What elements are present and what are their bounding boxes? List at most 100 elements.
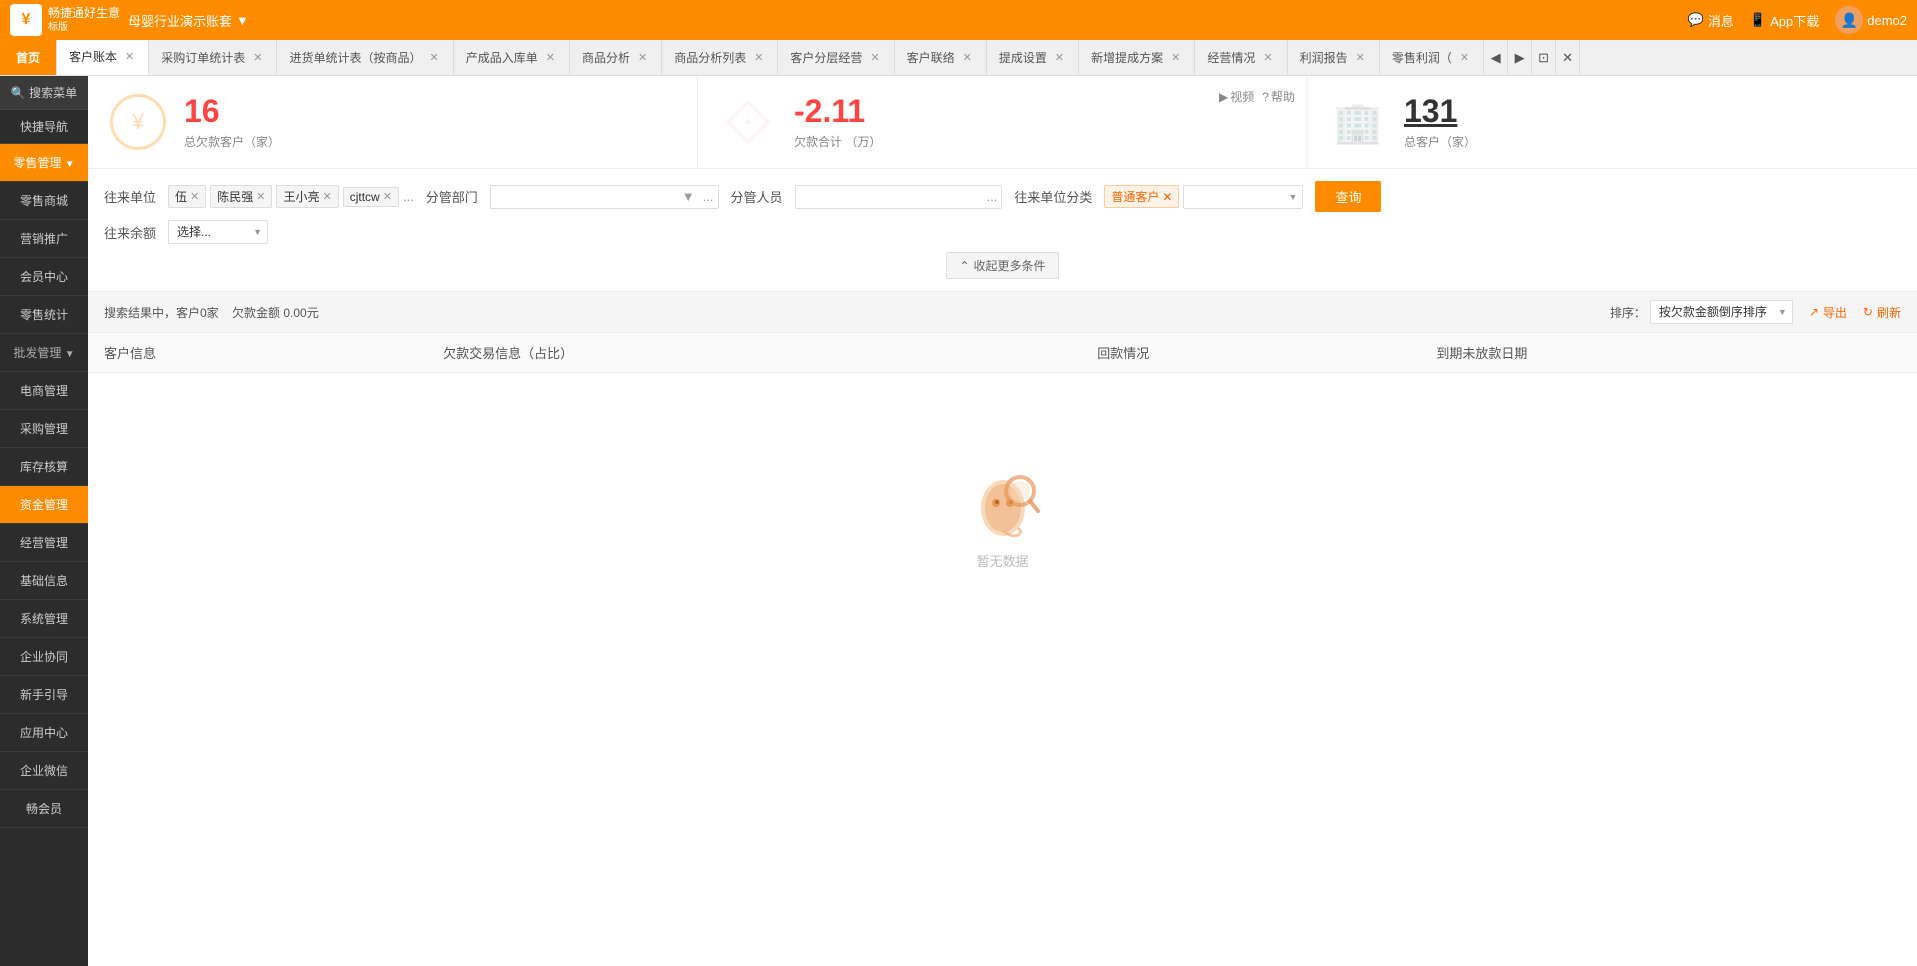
- tab-close-8[interactable]: ✕: [961, 51, 974, 64]
- sidebar-item-inventory[interactable]: 库存核算: [0, 448, 88, 486]
- tab-close-6[interactable]: ✕: [752, 51, 765, 64]
- query-button[interactable]: 查询: [1315, 181, 1381, 212]
- app-download-btn[interactable]: 📱 App下载: [1750, 11, 1819, 30]
- tab-close-9[interactable]: ✕: [1053, 51, 1066, 64]
- tab-customer-tier[interactable]: 客户分层经营 ✕: [778, 40, 894, 75]
- sidebar-search[interactable]: 🔍 搜索菜单: [0, 76, 88, 110]
- tab-raise-settings[interactable]: 提成设置 ✕: [987, 40, 1079, 75]
- content-area: ¥ 16 总欠款客户（家） ✦ -2.11 欠款: [88, 76, 1917, 966]
- category-tag-close[interactable]: ✕: [1162, 190, 1172, 204]
- tab-nav-next[interactable]: ▶: [1508, 40, 1532, 75]
- tab-close-3[interactable]: ✕: [428, 51, 441, 64]
- filter-more-btn[interactable]: ...: [403, 189, 414, 204]
- tab-home[interactable]: 首页: [0, 40, 57, 75]
- tab-new-raise-plan[interactable]: 新增提成方案 ✕: [1079, 40, 1195, 75]
- tag-close-wang[interactable]: ✕: [323, 190, 332, 203]
- sidebar-wholesale-arrow-icon: ▼: [65, 349, 75, 360]
- sidebar-item-operations[interactable]: 经营管理: [0, 524, 88, 562]
- tag-close-wu[interactable]: ✕: [190, 190, 199, 203]
- tab-close-4[interactable]: ✕: [544, 51, 557, 64]
- table-header: 客户信息 欠款交易信息（占比） 回款情况 到期未放款日期: [88, 333, 1917, 373]
- logo-area: ¥ 畅捷通好生意 标版: [10, 4, 120, 36]
- dept-input[interactable]: [491, 186, 678, 208]
- video-btn[interactable]: ▶ 视频: [1219, 88, 1254, 105]
- sidebar-item-retail[interactable]: 零售管理 ▼: [0, 144, 88, 182]
- category-select-wrap[interactable]: [1183, 185, 1303, 209]
- sidebar-item-wholesale[interactable]: 批发管理 ▼: [0, 334, 88, 372]
- empty-state: 暂无数据: [88, 373, 1917, 650]
- stat-icon-3: 🏢: [1328, 92, 1388, 152]
- dept-dots[interactable]: ...: [699, 189, 718, 204]
- sidebar-item-retail-mall[interactable]: 零售商城: [0, 182, 88, 220]
- sidebar-item-purchase[interactable]: 采购管理: [0, 410, 88, 448]
- export-btn[interactable]: ↗ 导出: [1809, 304, 1847, 321]
- sidebar-item-member[interactable]: 会员中心: [0, 258, 88, 296]
- message-btn[interactable]: 💬 消息: [1688, 11, 1734, 30]
- sidebar-item-new-guide[interactable]: 新手引导: [0, 676, 88, 714]
- tab-nav-prev[interactable]: ◀: [1484, 40, 1508, 75]
- tab-close-7[interactable]: ✕: [868, 51, 881, 64]
- tab-close-10[interactable]: ✕: [1169, 51, 1182, 64]
- col-debt: 欠款交易信息（占比）: [427, 333, 1081, 373]
- tag-close-chen[interactable]: ✕: [256, 190, 265, 203]
- tab-nav-restore[interactable]: ⊡: [1532, 40, 1556, 75]
- video-icon: ▶: [1219, 90, 1228, 104]
- sidebar-item-enterprise-collab[interactable]: 企业协同: [0, 638, 88, 676]
- sidebar-item-retail-stats[interactable]: 零售统计: [0, 296, 88, 334]
- tab-inbound-stats[interactable]: 进货单统计表（按商品） ✕: [277, 40, 453, 75]
- sidebar-item-ecommerce[interactable]: 电商管理: [0, 372, 88, 410]
- tag-close-cjttcw[interactable]: ✕: [383, 190, 392, 203]
- stat-card-total-customers: 🏢 131 总客户（家）: [1308, 76, 1917, 168]
- user-avatar[interactable]: 👤 demo2: [1835, 6, 1907, 34]
- person-input[interactable]: [796, 186, 983, 208]
- table-header-row: 客户信息 欠款交易信息（占比） 回款情况 到期未放款日期: [88, 333, 1917, 373]
- unit-tag-wu: 伍 ✕: [168, 185, 206, 208]
- tab-retail-profit[interactable]: 零售利润（ ✕: [1380, 40, 1484, 75]
- sort-select-outer[interactable]: 按欠款金额倒序排序: [1650, 300, 1793, 324]
- logo-icon: ¥: [10, 4, 42, 36]
- unit-tag-cjttcw: cjttcw ✕: [343, 187, 399, 207]
- unit-tag-wang: 王小亮 ✕: [276, 185, 338, 208]
- tab-close-1[interactable]: ✕: [123, 50, 136, 63]
- sidebar-item-member-plus[interactable]: 畅会员: [0, 790, 88, 828]
- tab-close-11[interactable]: ✕: [1261, 51, 1274, 64]
- tab-product-analysis-list[interactable]: 商品分析列表 ✕: [662, 40, 778, 75]
- sidebar-item-app-center[interactable]: 应用中心: [0, 714, 88, 752]
- collapse-row: ⌃ 收起更多条件: [104, 252, 1901, 279]
- tab-product-inbound[interactable]: 产成品入库单 ✕: [454, 40, 570, 75]
- stat-card-customers: ¥ 16 总欠款客户（家）: [88, 76, 698, 168]
- tab-customer-contact[interactable]: 客户联络 ✕: [895, 40, 987, 75]
- collapse-arrow-icon: ⌃: [959, 259, 969, 273]
- tab-product-analysis[interactable]: 商品分析 ✕: [570, 40, 662, 75]
- sidebar-item-marketing[interactable]: 营销推广: [0, 220, 88, 258]
- sort-select[interactable]: 按欠款金额倒序排序: [1650, 300, 1793, 324]
- tab-nav-close-all[interactable]: ✕: [1556, 40, 1580, 75]
- stat-info-1: 16 总欠款客户（家）: [184, 95, 677, 150]
- filter-area: 往来单位 伍 ✕ 陈民强 ✕ 王小亮 ✕ cjttcw: [88, 169, 1917, 292]
- sort-select-wrap: 排序： 按欠款金额倒序排序: [1610, 300, 1793, 324]
- sidebar-item-basic-info[interactable]: 基础信息: [0, 562, 88, 600]
- tab-close-12[interactable]: ✕: [1354, 51, 1367, 64]
- category-select[interactable]: [1183, 185, 1303, 209]
- tab-close-13[interactable]: ✕: [1458, 51, 1471, 64]
- tab-customer-cost[interactable]: 客户账本 ✕: [57, 40, 149, 75]
- collapse-button[interactable]: ⌃ 收起更多条件: [946, 252, 1058, 279]
- tab-close-2[interactable]: ✕: [251, 51, 264, 64]
- store-chevron-icon: ▼: [236, 13, 249, 28]
- tab-purchase-order-stats[interactable]: 采购订单统计表 ✕: [149, 40, 277, 75]
- balance-select[interactable]: 选择...: [168, 220, 268, 244]
- sidebar-item-enterprise-wechat[interactable]: 企业微信: [0, 752, 88, 790]
- tab-close-5[interactable]: ✕: [636, 51, 649, 64]
- category-tags: 普通客户 ✕: [1104, 185, 1303, 209]
- tab-profit-report[interactable]: 利润报告 ✕: [1288, 40, 1380, 75]
- sidebar-item-system[interactable]: 系统管理: [0, 600, 88, 638]
- data-table: 客户信息 欠款交易信息（占比） 回款情况 到期未放款日期: [88, 333, 1917, 373]
- store-selector[interactable]: 母婴行业演示账套 ▼: [128, 11, 249, 30]
- tab-operations[interactable]: 经营情况 ✕: [1195, 40, 1287, 75]
- sidebar-item-finance[interactable]: 资金管理: [0, 486, 88, 524]
- refresh-btn[interactable]: ↻ 刷新: [1863, 304, 1901, 321]
- help-btn[interactable]: ? 帮助: [1262, 88, 1295, 105]
- sidebar-quick-nav[interactable]: 快捷导航: [0, 110, 88, 144]
- person-dots[interactable]: ...: [983, 189, 1002, 204]
- balance-select-wrap[interactable]: 选择...: [168, 220, 268, 244]
